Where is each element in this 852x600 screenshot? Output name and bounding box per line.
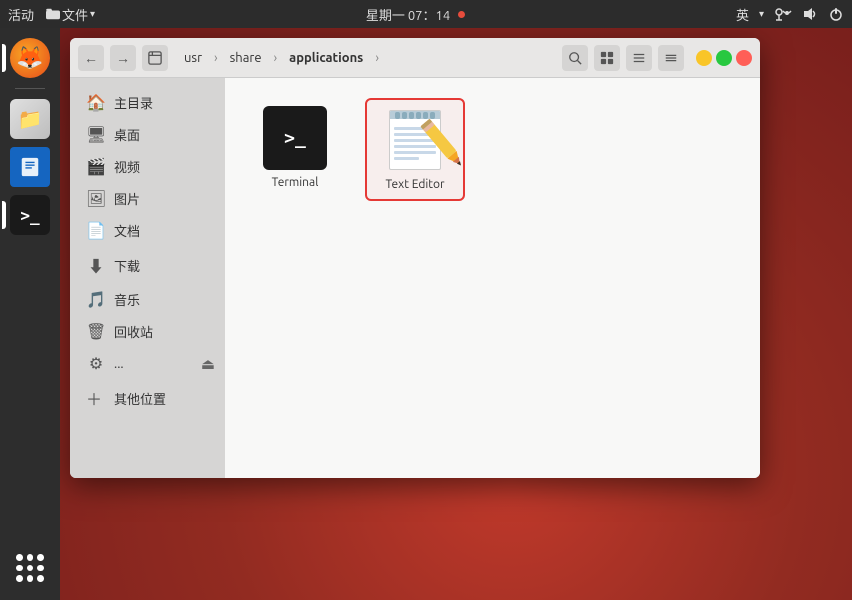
location-icon xyxy=(148,51,162,65)
breadcrumb: usr › share › applications › xyxy=(174,47,556,69)
sidebar-item-documents[interactable]: 📄 文档 xyxy=(74,215,221,246)
notification-dot xyxy=(458,11,465,18)
file-item-terminal[interactable]: >_ Terminal xyxy=(245,98,345,201)
back-button[interactable]: ← xyxy=(78,45,104,71)
desktop-icon: 🖥 xyxy=(86,125,106,144)
downloads-icon: ⬇ xyxy=(86,253,106,277)
topbar-center: 星期一 07：14 xyxy=(366,5,465,24)
spiral-dot xyxy=(416,112,421,119)
file-item-texteditor[interactable]: Text Editor xyxy=(365,98,465,201)
folder-icon xyxy=(46,7,60,21)
power-icon xyxy=(828,7,844,21)
breadcrumb-sep-3: › xyxy=(373,51,381,65)
launcher-icon-terminal[interactable]: >_ xyxy=(8,193,52,237)
grid-view-icon xyxy=(600,51,614,65)
location-button[interactable] xyxy=(142,45,168,71)
apps-dot xyxy=(27,575,34,582)
minimize-button[interactable] xyxy=(696,50,712,66)
notepad-line xyxy=(394,157,419,160)
terminal-dock-icon: >_ xyxy=(10,195,50,235)
topbar-left: 活动 文件 ▾ xyxy=(8,5,95,24)
network-icon xyxy=(774,7,792,21)
breadcrumb-sep-2: › xyxy=(272,51,280,65)
breadcrumb-applications[interactable]: applications xyxy=(279,47,373,69)
apps-dot xyxy=(16,554,23,561)
menu-arrow-lang: ▾ xyxy=(759,8,764,20)
view-toggle-2[interactable] xyxy=(626,45,652,71)
apps-dot xyxy=(16,575,23,582)
sidebar-item-other[interactable]: ＋ 其他位置 xyxy=(74,380,221,416)
terminal-prompt-symbol: >_ xyxy=(284,128,306,149)
apps-dot xyxy=(37,565,44,572)
sidebar-item-pictures[interactable]: 🖼 图片 xyxy=(74,183,221,214)
launcher: 🦊 📁 >_ xyxy=(0,28,60,600)
sidebar-item-videos[interactable]: 🎬 视频 xyxy=(74,151,221,182)
music-icon: 🎵 xyxy=(86,290,106,309)
activities-label[interactable]: 活动 xyxy=(8,5,34,24)
file-menu-label[interactable]: 文件 ▾ xyxy=(46,5,95,24)
launcher-icon-files[interactable]: 📁 xyxy=(8,97,52,141)
breadcrumb-share[interactable]: share xyxy=(220,47,272,69)
spiral-dot xyxy=(409,112,414,119)
videos-icon: 🎬 xyxy=(86,157,106,176)
terminal-icon: >_ xyxy=(263,106,327,170)
eject-icon[interactable]: ⏏ xyxy=(201,355,215,373)
devices-icon: ⚙ xyxy=(86,354,106,373)
datetime-label: 星期一 07：14 xyxy=(366,5,450,24)
main-content: >_ Terminal xyxy=(225,78,760,478)
home-icon: 🏠 xyxy=(86,93,106,112)
terminal-label: Terminal xyxy=(272,176,319,189)
file-manager-window: ← → usr › share › applications › xyxy=(70,38,760,478)
window-controls xyxy=(696,50,752,66)
forward-button[interactable]: → xyxy=(110,45,136,71)
writer-icon xyxy=(10,147,50,187)
add-icon: ＋ xyxy=(86,386,102,410)
sidebar-item-downloads[interactable]: ⬇ 下载 xyxy=(74,247,221,283)
texteditor-label: Text Editor xyxy=(385,178,444,191)
launcher-icon-writer[interactable] xyxy=(8,145,52,189)
breadcrumb-sep-1: › xyxy=(212,51,220,65)
files-icon: 📁 xyxy=(10,99,50,139)
apps-dot xyxy=(27,565,34,572)
maximize-button[interactable] xyxy=(716,50,732,66)
texteditor-icon xyxy=(383,108,447,172)
sidebar-item-more[interactable]: ⚙ ... ⏏ xyxy=(74,348,221,379)
titlebar-right xyxy=(562,45,752,71)
apps-dot xyxy=(16,565,23,572)
list-view-icon xyxy=(632,51,646,65)
hamburger-icon xyxy=(664,51,678,65)
launcher-separator xyxy=(15,88,45,89)
window-body: 🏠 主目录 🖥 桌面 🎬 视频 🖼 图片 📄 文档 ⬇ 下载 xyxy=(70,78,760,478)
trash-icon: 🗑 xyxy=(86,322,106,341)
sidebar-item-trash[interactable]: 🗑 回收站 xyxy=(74,316,221,347)
search-icon xyxy=(568,51,582,65)
close-button[interactable] xyxy=(736,50,752,66)
apps-dot xyxy=(37,554,44,561)
notepad-line xyxy=(394,151,436,154)
apps-grid-button[interactable] xyxy=(10,548,50,588)
launcher-icon-firefox[interactable]: 🦊 xyxy=(8,36,52,80)
firefox-icon: 🦊 xyxy=(10,38,50,78)
apps-dot xyxy=(37,575,44,582)
sidebar-item-music[interactable]: 🎵 音乐 xyxy=(74,284,221,315)
topbar: 活动 文件 ▾ 星期一 07：14 英 ▾ xyxy=(0,0,852,28)
search-button[interactable] xyxy=(562,45,588,71)
documents-icon: 📄 xyxy=(86,221,106,240)
titlebar: ← → usr › share › applications › xyxy=(70,38,760,78)
lang-label[interactable]: 英 xyxy=(736,5,749,24)
breadcrumb-usr[interactable]: usr xyxy=(174,47,212,69)
sidebar: 🏠 主目录 🖥 桌面 🎬 视频 🖼 图片 📄 文档 ⬇ 下载 xyxy=(70,78,225,478)
spiral-dot xyxy=(395,112,400,119)
volume-icon xyxy=(802,7,818,21)
launcher-bottom xyxy=(10,548,50,588)
sidebar-item-desktop[interactable]: 🖥 桌面 xyxy=(74,119,221,150)
apps-dot xyxy=(27,554,34,561)
spiral-dot xyxy=(402,112,407,119)
topbar-right: 英 ▾ xyxy=(736,5,844,24)
menu-button[interactable] xyxy=(658,45,684,71)
pictures-icon: 🖼 xyxy=(86,189,106,208)
sidebar-item-home[interactable]: 🏠 主目录 xyxy=(74,87,221,118)
view-toggle-1[interactable] xyxy=(594,45,620,71)
writer-svg xyxy=(19,156,41,178)
